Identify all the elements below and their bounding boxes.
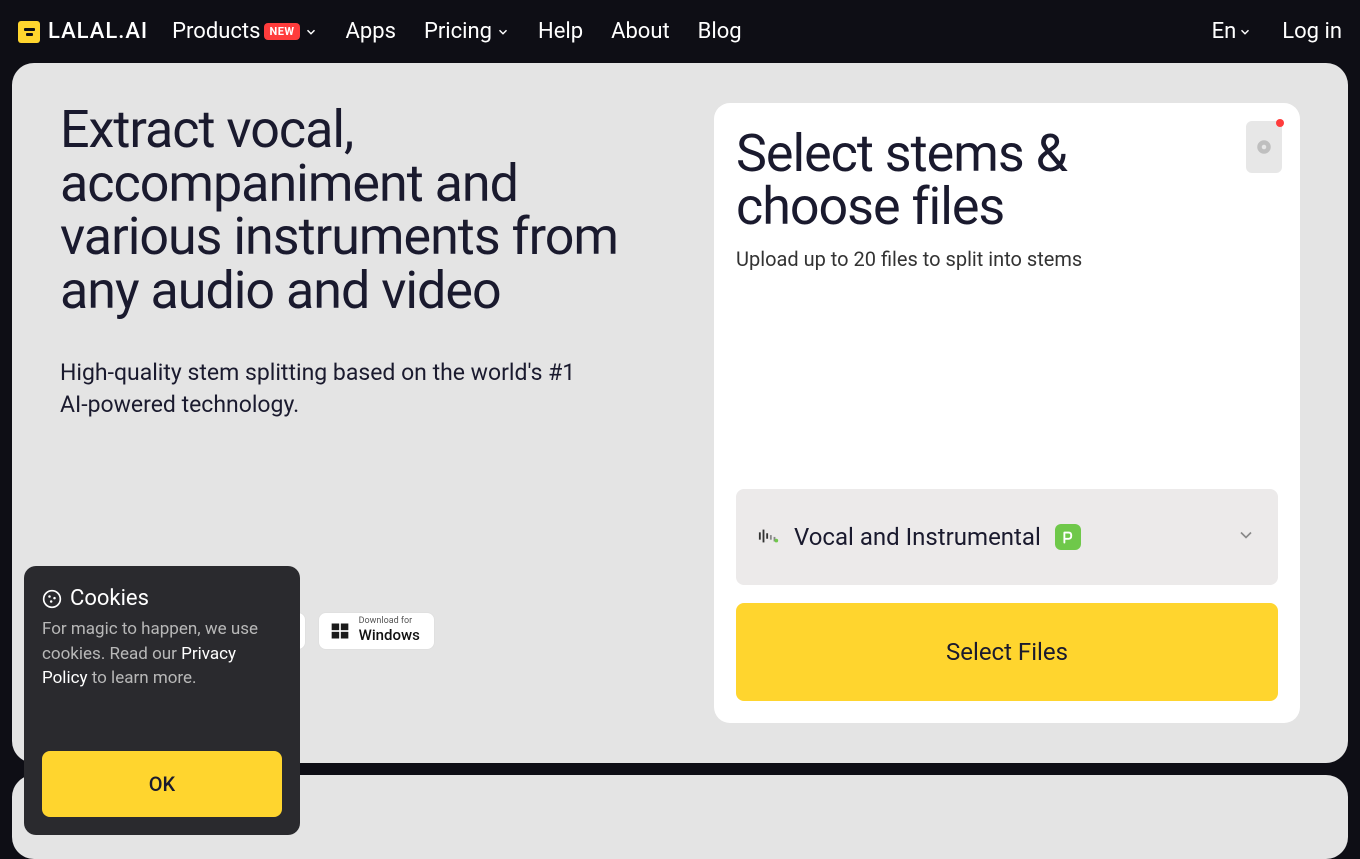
nav-pricing[interactable]: Pricing (424, 19, 510, 44)
hero-heading: Extract vocal, accompaniment and various… (60, 103, 620, 317)
new-badge: NEW (264, 23, 299, 40)
hero-subheading: High-quality stem splitting based on the… (60, 357, 580, 421)
upload-subtitle: Upload up to 20 files to split into stem… (736, 247, 1278, 271)
header-right: En Log in (1212, 19, 1342, 44)
header: LALAL.AI Products NEW Apps Pricing Help … (0, 0, 1360, 63)
upload-title: Select stems & choose files (736, 127, 1116, 233)
logo-icon (18, 21, 40, 43)
gear-icon (1255, 138, 1273, 156)
settings-button[interactable] (1246, 121, 1282, 173)
upload-panel: Select stems & choose files Upload up to… (714, 103, 1300, 723)
stem-label: Vocal and Instrumental (794, 523, 1041, 551)
chevron-down-icon (1238, 25, 1252, 39)
logo-text: LALAL.AI (48, 19, 148, 44)
language-selector[interactable]: En (1212, 19, 1253, 44)
windows-label: Windows (359, 626, 420, 644)
cookie-body: For magic to happen, we use cookies. Rea… (42, 617, 282, 691)
chevron-down-icon (496, 25, 510, 39)
chevron-down-icon (304, 25, 318, 39)
notification-dot-icon (1276, 119, 1284, 127)
download-for-label: Download for (359, 617, 420, 626)
waveform-icon (758, 527, 780, 548)
windows-badge[interactable]: Download for Windows (318, 612, 435, 650)
cookie-title: Cookies (42, 586, 282, 611)
nav: Products NEW Apps Pricing Help About Blo… (172, 19, 741, 44)
chevron-down-icon (1236, 525, 1256, 549)
nav-products-label: Products (172, 19, 260, 44)
windows-icon (329, 620, 351, 642)
pro-badge-icon (1055, 524, 1081, 550)
select-files-button[interactable]: Select Files (736, 603, 1278, 701)
nav-help[interactable]: Help (538, 19, 583, 44)
stem-select-dropdown[interactable]: Vocal and Instrumental (736, 489, 1278, 585)
cookie-popup: Cookies For magic to happen, we use cook… (24, 566, 300, 835)
nav-products[interactable]: Products NEW (172, 19, 317, 44)
cookie-icon (42, 589, 62, 609)
nav-blog[interactable]: Blog (698, 19, 742, 44)
nav-about[interactable]: About (611, 19, 670, 44)
login-link[interactable]: Log in (1282, 19, 1342, 44)
nav-apps[interactable]: Apps (346, 19, 396, 44)
logo[interactable]: LALAL.AI (18, 19, 148, 44)
cookie-ok-button[interactable]: OK (42, 751, 282, 817)
